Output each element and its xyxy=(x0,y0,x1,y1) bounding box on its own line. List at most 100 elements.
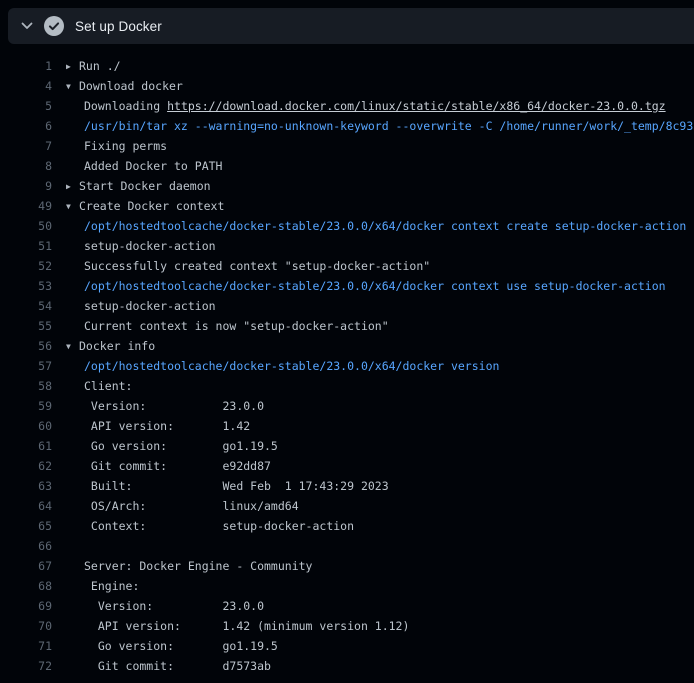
group-label: Docker info xyxy=(79,339,155,353)
group-label: Create Docker context xyxy=(79,199,224,213)
line-number[interactable]: 61 xyxy=(0,436,52,456)
triangle-down-icon: ▼ xyxy=(66,77,79,96)
line-number[interactable]: 68 xyxy=(0,576,52,596)
log-line: 72 Git commit: d7573ab xyxy=(0,656,694,676)
log-line: 61 Go version: go1.19.5 xyxy=(0,436,694,456)
log-line: 53/opt/hostedtoolcache/docker-stable/23.… xyxy=(0,276,694,296)
log-text: Current context is now "setup-docker-act… xyxy=(84,316,389,336)
line-number[interactable]: 49 xyxy=(0,196,52,216)
line-number[interactable]: 59 xyxy=(0,396,52,416)
log-text: Git commit: e92dd87 xyxy=(84,456,271,476)
check-circle-icon xyxy=(44,16,64,36)
log-line: 71 Go version: go1.19.5 xyxy=(0,636,694,656)
log-line: 62 Git commit: e92dd87 xyxy=(0,456,694,476)
line-number[interactable]: 55 xyxy=(0,316,52,336)
line-number[interactable]: 67 xyxy=(0,556,52,576)
log-line: 8 Added Docker to PATH xyxy=(0,156,694,176)
log-line: 6/usr/bin/tar xz --warning=no-unknown-ke… xyxy=(0,116,694,136)
log-text: Context: setup-docker-action xyxy=(84,516,354,536)
line-number[interactable]: 4 xyxy=(0,76,52,96)
log-line: 56 ▼Docker info xyxy=(0,336,694,356)
log-text: Go version: go1.19.5 xyxy=(84,636,278,656)
line-number[interactable]: 7 xyxy=(0,136,52,156)
line-number[interactable]: 63 xyxy=(0,476,52,496)
log-text: OS/Arch: linux/amd64 xyxy=(84,496,299,516)
log-line: 1 ▶Run ./ xyxy=(0,56,694,76)
log-link[interactable]: https://download.docker.com/linux/static… xyxy=(167,99,666,113)
log-text: Engine: xyxy=(84,576,139,596)
line-number[interactable]: 70 xyxy=(0,616,52,636)
log-line: 54 setup-docker-action xyxy=(0,296,694,316)
line-number[interactable]: 60 xyxy=(0,416,52,436)
log-text: Client: xyxy=(84,376,132,396)
line-number[interactable]: 5 xyxy=(0,96,52,116)
triangle-right-icon: ▶ xyxy=(66,57,79,76)
log-text: setup-docker-action xyxy=(84,236,216,256)
log-line: 65 Context: setup-docker-action xyxy=(0,516,694,536)
log-group-toggle[interactable]: ▼Docker info xyxy=(66,336,155,356)
log-text: Version: 23.0.0 xyxy=(84,596,264,616)
log-line: 60 API version: 1.42 xyxy=(0,416,694,436)
line-number[interactable]: 6 xyxy=(0,116,52,136)
line-number[interactable]: 51 xyxy=(0,236,52,256)
log-line: 66 xyxy=(0,536,694,556)
log-line: 50/opt/hostedtoolcache/docker-stable/23.… xyxy=(0,216,694,236)
log-text: API version: 1.42 (minimum version 1.12) xyxy=(84,616,409,636)
log-command-text: /opt/hostedtoolcache/docker-stable/23.0.… xyxy=(84,216,694,236)
log-text-prefix: Downloading xyxy=(84,99,167,113)
line-number[interactable]: 62 xyxy=(0,456,52,476)
line-number[interactable]: 66 xyxy=(0,536,52,556)
log-line: 68 Engine: xyxy=(0,576,694,596)
step-header[interactable]: Set up Docker xyxy=(8,8,694,44)
log-group-toggle[interactable]: ▼Create Docker context xyxy=(66,196,224,216)
line-number[interactable]: 58 xyxy=(0,376,52,396)
log-line: 64 OS/Arch: linux/amd64 xyxy=(0,496,694,516)
log-line: 49 ▼Create Docker context xyxy=(0,196,694,216)
triangle-down-icon: ▼ xyxy=(66,337,79,356)
log-text: Fixing perms xyxy=(84,136,167,156)
line-number[interactable]: 54 xyxy=(0,296,52,316)
log-text: Git commit: d7573ab xyxy=(84,656,271,676)
line-number[interactable]: 52 xyxy=(0,256,52,276)
log-line: 58 Client: xyxy=(0,376,694,396)
chevron-down-icon[interactable] xyxy=(21,22,33,30)
log-line: 57/opt/hostedtoolcache/docker-stable/23.… xyxy=(0,356,694,376)
line-number[interactable]: 1 xyxy=(0,56,52,76)
log-line: 69 Version: 23.0.0 xyxy=(0,596,694,616)
log-line: 70 API version: 1.42 (minimum version 1.… xyxy=(0,616,694,636)
log-text: Server: Docker Engine - Community xyxy=(84,556,312,576)
line-number[interactable]: 8 xyxy=(0,156,52,176)
log-line: 5 Downloading https://download.docker.com… xyxy=(0,96,694,116)
triangle-right-icon: ▶ xyxy=(66,177,79,196)
line-number[interactable]: 9 xyxy=(0,176,52,196)
line-number[interactable]: 69 xyxy=(0,596,52,616)
log-text: setup-docker-action xyxy=(84,296,216,316)
step-title: Set up Docker xyxy=(75,19,162,34)
log-text: API version: 1.42 xyxy=(84,416,250,436)
group-label: Download docker xyxy=(79,79,183,93)
line-number[interactable]: 56 xyxy=(0,336,52,356)
log-text: Successfully created context "setup-dock… xyxy=(84,256,430,276)
line-number[interactable]: 72 xyxy=(0,656,52,676)
log-line: 9 ▶Start Docker daemon xyxy=(0,176,694,196)
line-number[interactable]: 64 xyxy=(0,496,52,516)
log-line: 4 ▼Download docker xyxy=(0,76,694,96)
log-command-text: /opt/hostedtoolcache/docker-stable/23.0.… xyxy=(84,356,499,376)
line-number[interactable]: 50 xyxy=(0,216,52,236)
log-line: 67 Server: Docker Engine - Community xyxy=(0,556,694,576)
log-group-toggle[interactable]: ▶Start Docker daemon xyxy=(66,176,211,196)
line-number[interactable]: 65 xyxy=(0,516,52,536)
log-line: 52 Successfully created context "setup-do… xyxy=(0,256,694,276)
log-command-text: /opt/hostedtoolcache/docker-stable/23.0.… xyxy=(84,276,666,296)
log-group-toggle[interactable]: ▼Download docker xyxy=(66,76,183,96)
log-line: 7 Fixing perms xyxy=(0,136,694,156)
log-text: Built: Wed Feb 1 17:43:29 2023 xyxy=(84,476,389,496)
log-text: Added Docker to PATH xyxy=(84,156,222,176)
log-group-toggle[interactable]: ▶Run ./ xyxy=(66,56,121,76)
line-number[interactable]: 53 xyxy=(0,276,52,296)
log-text: Version: 23.0.0 xyxy=(84,396,264,416)
line-number[interactable]: 71 xyxy=(0,636,52,656)
line-number[interactable]: 57 xyxy=(0,356,52,376)
group-label: Run ./ xyxy=(79,59,121,73)
log-line: 55 Current context is now "setup-docker-a… xyxy=(0,316,694,336)
